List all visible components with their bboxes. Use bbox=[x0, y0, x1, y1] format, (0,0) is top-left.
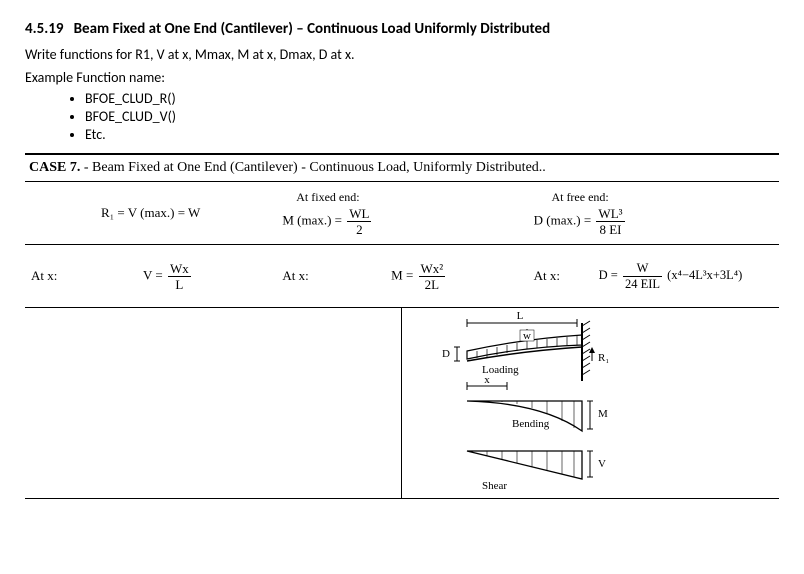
diag-M: M bbox=[598, 408, 608, 420]
dx-num: W bbox=[623, 262, 662, 277]
dmax-frac: WL³ 8 EI bbox=[596, 207, 624, 236]
cell-vx: At x: V = Wx L bbox=[25, 244, 276, 307]
label-atx-2: At x: bbox=[282, 268, 308, 284]
mmax-lhs: M (max.) = bbox=[282, 212, 342, 227]
dx-den: 24 EIL bbox=[623, 277, 662, 291]
vx-den: L bbox=[168, 277, 191, 291]
case-number: CASE 7. bbox=[29, 160, 80, 175]
dx-frac: W 24 EIL bbox=[623, 262, 662, 290]
case-title-bar: CASE 7. - Beam Fixed at One End (Cantile… bbox=[25, 153, 779, 182]
cell-dx: At x: D = W 24 EIL (x⁴−4L³x+3L⁴) bbox=[528, 244, 779, 307]
label-atx-1: At x: bbox=[31, 268, 57, 284]
diag-x: x bbox=[484, 374, 490, 386]
list-item: BFOE_CLUD_R() bbox=[85, 90, 779, 107]
cell-mmax: At fixed end: M (max.) = WL 2 bbox=[276, 182, 527, 244]
mx-lhs: M = bbox=[391, 267, 413, 282]
vx-frac: Wx L bbox=[168, 262, 191, 291]
diag-V: V bbox=[598, 458, 606, 470]
mx-den: 2L bbox=[419, 277, 446, 291]
mx-num: Wx² bbox=[419, 262, 446, 277]
instruction-text: Write functions for R1, V at x, Mmax, M … bbox=[25, 46, 779, 63]
example-bullet-list: BFOE_CLUD_R() BFOE_CLUD_V() Etc. bbox=[25, 90, 779, 143]
vx-num: Wx bbox=[168, 262, 191, 277]
dmax-den: 8 EI bbox=[596, 222, 624, 236]
section-number: 4.5.19 bbox=[25, 20, 63, 38]
section-title: Beam Fixed at One End (Cantilever) – Con… bbox=[74, 20, 551, 38]
list-item: BFOE_CLUD_V() bbox=[85, 108, 779, 125]
diag-bending: Bending bbox=[512, 418, 550, 430]
diagram-row: L bbox=[25, 308, 779, 499]
beam-diagram: L bbox=[412, 311, 672, 496]
cell-mx: At x: M = Wx² 2L bbox=[276, 244, 527, 307]
diag-w: w bbox=[523, 330, 531, 342]
case-dash: - bbox=[80, 160, 92, 175]
wall-hatch bbox=[582, 321, 590, 381]
vx-lhs: V = bbox=[143, 267, 163, 282]
diag-R1: R₁ bbox=[598, 352, 609, 364]
formula-grid: R₁ = V (max.) = W At fixed end: M (max.)… bbox=[25, 182, 779, 308]
label-atx-3: At x: bbox=[534, 268, 560, 284]
mmax-num: WL bbox=[347, 207, 371, 222]
dmax-num: WL³ bbox=[596, 207, 624, 222]
cell-dmax: At free end: D (max.) = WL³ 8 EI bbox=[528, 182, 779, 244]
diag-shear: Shear bbox=[482, 480, 507, 492]
diag-L: L bbox=[517, 311, 524, 322]
diag-D: D bbox=[442, 348, 450, 360]
mx-frac: Wx² 2L bbox=[419, 262, 446, 291]
dx-rest: (x⁴−4L³x+3L⁴) bbox=[667, 268, 742, 282]
dx-lhs: D = bbox=[599, 268, 618, 282]
cell-r1-v: R₁ = V (max.) = W bbox=[25, 182, 276, 244]
dmax-lhs: D (max.) = bbox=[534, 212, 592, 227]
section-heading: 4.5.19 Beam Fixed at One End (Cantilever… bbox=[25, 20, 779, 38]
case-title: Beam Fixed at One End (Cantilever) - Con… bbox=[92, 160, 546, 175]
beam-diagram-cell: L bbox=[402, 308, 779, 498]
label-free-end: At free end: bbox=[551, 190, 608, 205]
list-item: Etc. bbox=[85, 126, 779, 143]
mmax-den: 2 bbox=[347, 222, 371, 236]
mmax-frac: WL 2 bbox=[347, 207, 371, 236]
example-label: Example Function name: bbox=[25, 69, 779, 86]
eq-r1: R₁ = V (max.) = W bbox=[101, 205, 200, 221]
label-fixed-end: At fixed end: bbox=[296, 190, 359, 205]
